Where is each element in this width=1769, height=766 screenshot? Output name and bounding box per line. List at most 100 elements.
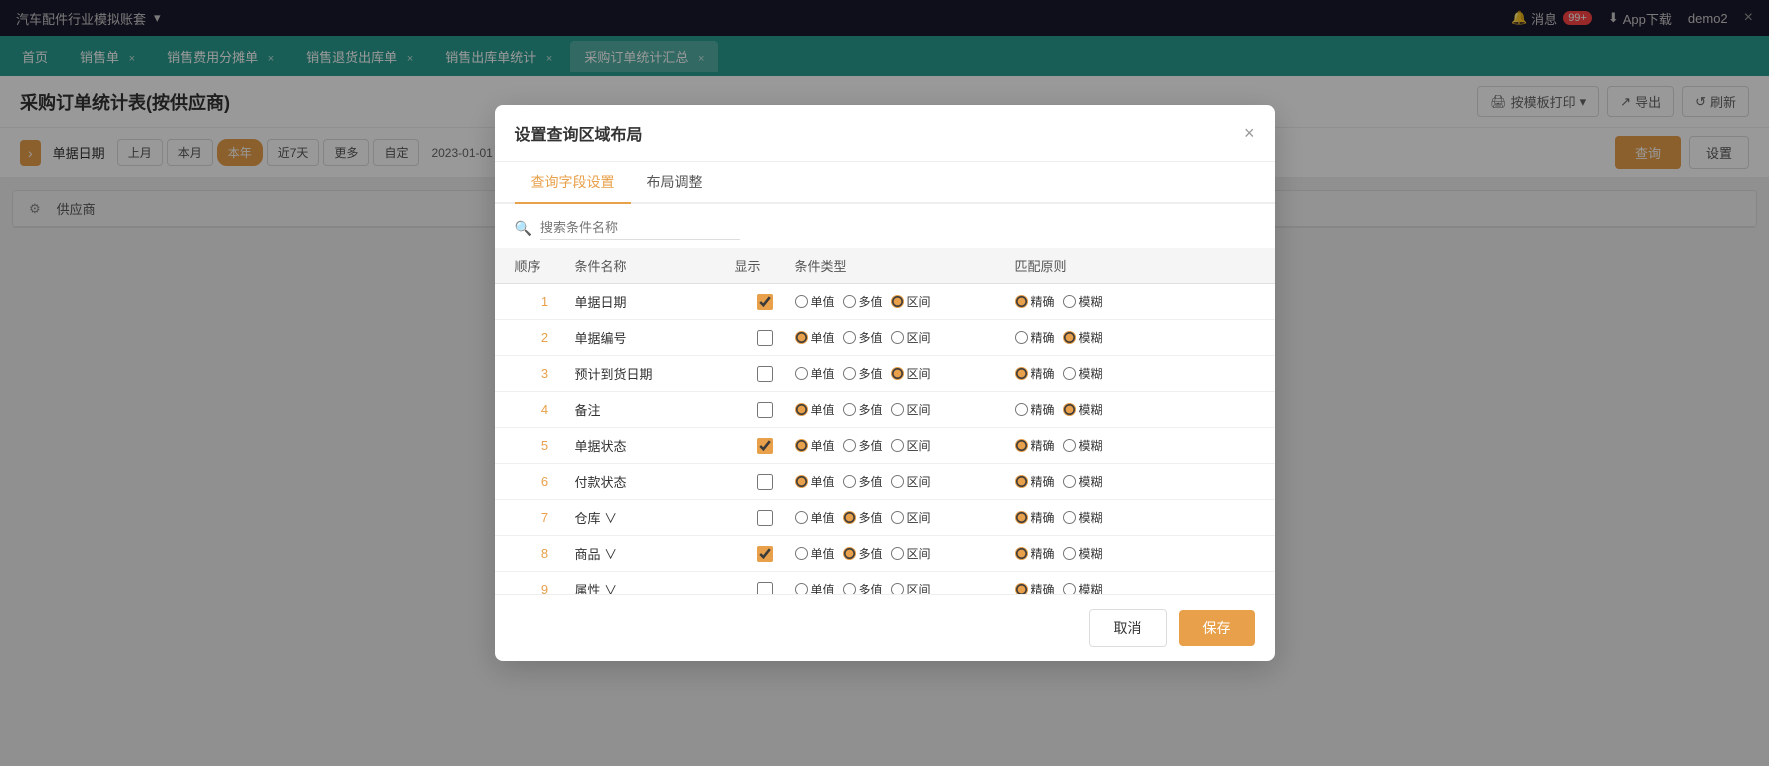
dialog-tab-layout[interactable]: 布局调整 [631, 162, 719, 204]
checkbox-5[interactable] [757, 438, 773, 454]
cond-range-4[interactable]: 区间 [891, 401, 931, 418]
dialog-footer: 取消 保存 [495, 594, 1275, 661]
match-exact-6[interactable]: 精确 [1015, 473, 1055, 490]
row-name-5: 单据状态 [575, 436, 735, 455]
row-name-4: 备注 [575, 400, 735, 419]
cond-multi-1[interactable]: 多值 [843, 293, 883, 310]
row-order-3: 3 [515, 366, 575, 381]
cond-single-2[interactable]: 单值 [795, 329, 835, 346]
cond-single-1[interactable]: 单值 [795, 293, 835, 310]
table-row: 3预计到货日期单值多值区间精确模糊 [495, 356, 1275, 392]
dialog-table-header: 顺序 条件名称 显示 条件类型 匹配原则 [495, 248, 1275, 284]
cond-multi-7[interactable]: 多值 [843, 509, 883, 526]
row-match-rule-8: 精确模糊 [1015, 545, 1215, 562]
dialog-tab-fields[interactable]: 查询字段设置 [515, 162, 631, 204]
cond-multi-5[interactable]: 多值 [843, 437, 883, 454]
save-button[interactable]: 保存 [1179, 610, 1255, 646]
row-cond-type-1: 单值多值区间 [795, 293, 1015, 310]
row-cond-type-3: 单值多值区间 [795, 365, 1015, 382]
checkbox-6[interactable] [757, 474, 773, 490]
checkbox-4[interactable] [757, 402, 773, 418]
match-exact-2[interactable]: 精确 [1015, 329, 1055, 346]
cond-multi-9[interactable]: 多值 [843, 581, 883, 594]
match-fuzzy-5[interactable]: 模糊 [1063, 437, 1103, 454]
col-match-rule: 匹配原则 [1015, 256, 1215, 275]
table-row: 1单据日期单值多值区间精确模糊 [495, 284, 1275, 320]
row-cond-type-4: 单值多值区间 [795, 401, 1015, 418]
table-row: 6付款状态单值多值区间精确模糊 [495, 464, 1275, 500]
row-order-2: 2 [515, 330, 575, 345]
cond-range-6[interactable]: 区间 [891, 473, 931, 490]
row-order-5: 5 [515, 438, 575, 453]
row-cond-type-2: 单值多值区间 [795, 329, 1015, 346]
row-display-checkbox-7[interactable] [735, 510, 795, 526]
match-fuzzy-9[interactable]: 模糊 [1063, 581, 1103, 594]
dialog-table-body: 1单据日期单值多值区间精确模糊2单据编号单值多值区间精确模糊3预计到货日期单值多… [495, 284, 1275, 594]
cond-range-1[interactable]: 区间 [891, 293, 931, 310]
cond-single-5[interactable]: 单值 [795, 437, 835, 454]
table-row: 8商品 ∨单值多值区间精确模糊 [495, 536, 1275, 572]
cond-multi-6[interactable]: 多值 [843, 473, 883, 490]
row-name-8: 商品 ∨ [575, 544, 735, 563]
row-display-checkbox-1[interactable] [735, 294, 795, 310]
cond-range-5[interactable]: 区间 [891, 437, 931, 454]
match-exact-8[interactable]: 精确 [1015, 545, 1055, 562]
cond-single-4[interactable]: 单值 [795, 401, 835, 418]
cond-single-8[interactable]: 单值 [795, 545, 835, 562]
table-row: 5单据状态 单值多值区间 精确模糊 [495, 428, 1275, 464]
col-cond-type: 条件类型 [795, 256, 1015, 275]
checkbox-3[interactable] [757, 366, 773, 382]
match-fuzzy-3[interactable]: 模糊 [1063, 365, 1103, 382]
cond-range-3[interactable]: 区间 [891, 365, 931, 382]
match-fuzzy-4[interactable]: 模糊 [1063, 401, 1103, 418]
search-input[interactable] [540, 216, 740, 240]
table-row: 9属性 ∨单值多值区间精确模糊 [495, 572, 1275, 594]
row-name-1: 单据日期 [575, 292, 735, 311]
checkbox-2[interactable] [757, 330, 773, 346]
cond-single-6[interactable]: 单值 [795, 473, 835, 490]
match-exact-3[interactable]: 精确 [1015, 365, 1055, 382]
row-match-rule-1: 精确模糊 [1015, 293, 1215, 310]
cond-multi-4[interactable]: 多值 [843, 401, 883, 418]
match-fuzzy-2[interactable]: 模糊 [1063, 329, 1103, 346]
row-display-checkbox-2[interactable] [735, 330, 795, 346]
row-name-6: 付款状态 [575, 472, 735, 491]
checkbox-9[interactable] [757, 582, 773, 595]
cond-range-7[interactable]: 区间 [891, 509, 931, 526]
row-display-checkbox-8[interactable] [735, 546, 795, 562]
match-fuzzy-8[interactable]: 模糊 [1063, 545, 1103, 562]
row-display-checkbox-5[interactable] [735, 438, 795, 454]
checkbox-7[interactable] [757, 510, 773, 526]
row-display-checkbox-3[interactable] [735, 366, 795, 382]
cond-range-2[interactable]: 区间 [891, 329, 931, 346]
cond-single-3[interactable]: 单值 [795, 365, 835, 382]
match-fuzzy-1[interactable]: 模糊 [1063, 293, 1103, 310]
cond-range-9[interactable]: 区间 [891, 581, 931, 594]
cond-multi-8[interactable]: 多值 [843, 545, 883, 562]
cond-single-7[interactable]: 单值 [795, 509, 835, 526]
match-fuzzy-7[interactable]: 模糊 [1063, 509, 1103, 526]
cond-multi-2[interactable]: 多值 [843, 329, 883, 346]
match-exact-7[interactable]: 精确 [1015, 509, 1055, 526]
dialog-tab-layout-label: 布局调整 [647, 174, 703, 190]
match-exact-1[interactable]: 精确 [1015, 293, 1055, 310]
row-display-checkbox-9[interactable] [735, 582, 795, 595]
row-order-7: 7 [515, 510, 575, 525]
cancel-button[interactable]: 取消 [1089, 609, 1167, 647]
cond-range-8[interactable]: 区间 [891, 545, 931, 562]
cond-single-9[interactable]: 单值 [795, 581, 835, 594]
row-cond-type-8: 单值多值区间 [795, 545, 1015, 562]
row-cond-type-6: 单值多值区间 [795, 473, 1015, 490]
match-exact-5[interactable]: 精确 [1015, 437, 1055, 454]
match-fuzzy-6[interactable]: 模糊 [1063, 473, 1103, 490]
row-display-checkbox-6[interactable] [735, 474, 795, 490]
row-display-checkbox-4[interactable] [735, 402, 795, 418]
match-exact-9[interactable]: 精确 [1015, 581, 1055, 594]
cond-multi-3[interactable]: 多值 [843, 365, 883, 382]
checkbox-8[interactable] [757, 546, 773, 562]
row-match-rule-9: 精确模糊 [1015, 581, 1215, 594]
match-exact-4[interactable]: 精确 [1015, 401, 1055, 418]
checkbox-1[interactable] [757, 294, 773, 310]
dialog-close-btn[interactable]: × [1244, 123, 1255, 144]
dialog-table: 顺序 条件名称 显示 条件类型 匹配原则 1单据日期单值多值区间精确模糊2单据编… [495, 248, 1275, 594]
